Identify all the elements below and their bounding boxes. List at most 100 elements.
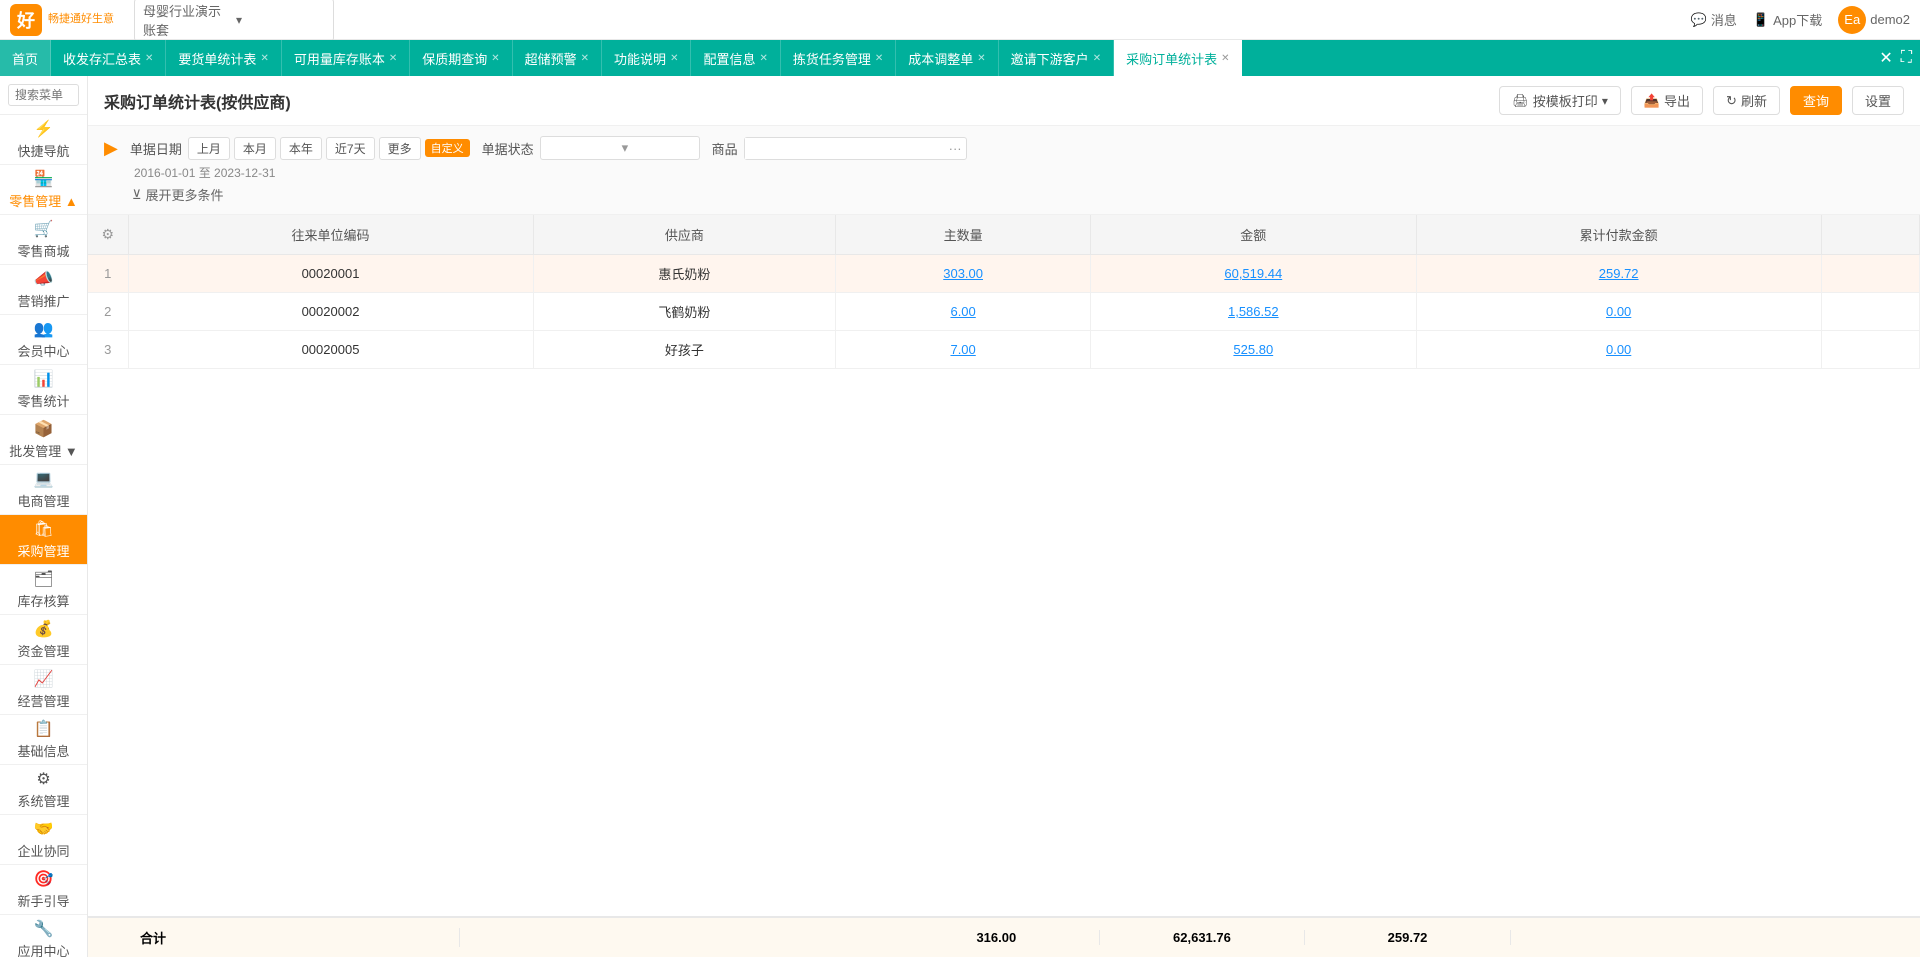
sidebar-item-ecom-mgmt[interactable]: 💻 电商管理 (0, 465, 87, 515)
filter-goods-item: 商品 ··· (712, 137, 967, 160)
sidebar-item-biz-mgmt[interactable]: 📈 经营管理 (0, 665, 87, 715)
wholesale-mgmt-label: 批发管理 ▼ (9, 441, 77, 460)
footer-qty: 316.00 (894, 930, 1100, 945)
tab-invite-downstream-close[interactable]: ✕ (1093, 53, 1101, 64)
sidebar-item-enterprise-collab[interactable]: 🤝 企业协同 (0, 815, 87, 865)
refresh-btn[interactable]: ↻ 刷新 (1713, 86, 1780, 115)
row-1-amount[interactable]: 60,519.44 (1090, 255, 1416, 293)
sidebar-item-marketing[interactable]: 📣 营销推广 (0, 265, 87, 315)
store-selector[interactable]: 母婴行业演示账套 (134, 0, 334, 42)
tab-cost-adjust-close[interactable]: ✕ (977, 53, 985, 64)
tab-function-desc[interactable]: 功能说明 ✕ (602, 40, 691, 76)
sidebar-item-sys-mgmt[interactable]: ⚙ 系统管理 (0, 765, 87, 815)
tab-warranty-close[interactable]: ✕ (491, 53, 499, 64)
status-select[interactable]: ▾ (540, 136, 700, 160)
sidebar-item-purchase-mgmt[interactable]: 🛍 采购管理 (0, 515, 87, 565)
tab-pick-task-close[interactable]: ✕ (875, 53, 883, 64)
print-btn[interactable]: 🖨 按模板打印 (1499, 86, 1621, 115)
row-1-num: 1 (88, 255, 128, 293)
settings-label: 设置 (1865, 91, 1891, 110)
tab-config-info[interactable]: 配置信息 ✕ (691, 40, 780, 76)
row-3-paid[interactable]: 0.00 (1416, 331, 1821, 369)
row-1-paid[interactable]: 259.72 (1416, 255, 1821, 293)
col-qty: 主数量 (836, 215, 1091, 255)
tab-goods-summary-close[interactable]: ✕ (260, 53, 268, 64)
row-1-qty[interactable]: 303.00 (836, 255, 1091, 293)
sidebar-item-wholesale-mgmt[interactable]: 📦 批发管理 ▼ (0, 415, 87, 465)
tab-overstock[interactable]: 超储预警 ✕ (513, 40, 602, 76)
maximize-btn[interactable]: ⛶ (1901, 49, 1912, 67)
sidebar-item-retail-shop[interactable]: 🛒 零售商城 (0, 215, 87, 265)
member-center-label: 会员中心 (17, 341, 69, 360)
user-area[interactable]: Ea demo2 (1838, 6, 1910, 34)
sidebar-item-quick-nav[interactable]: ⚡ 快捷导航 (0, 115, 87, 165)
sidebar-item-finance-mgmt[interactable]: 💰 资金管理 (0, 615, 87, 665)
tab-overstock-close[interactable]: ✕ (581, 53, 589, 64)
tab-collect-summary[interactable]: 收发存汇总表 ✕ (51, 40, 166, 76)
tab-goods-summary[interactable]: 要货单统计表 ✕ (166, 40, 281, 76)
content-area: 采购订单统计表(按供应商) 🖨 按模板打印 📤 导出 ↻ 刷新 查询 (88, 76, 1920, 957)
export-btn[interactable]: 📤 导出 (1631, 86, 1703, 115)
row-3-amount[interactable]: 525.80 (1090, 331, 1416, 369)
ecom-mgmt-icon: 💻 (34, 469, 54, 489)
row-3-supplier: 好孩子 (533, 331, 836, 369)
sidebar-item-retail-stats[interactable]: 📊 零售统计 (0, 365, 87, 415)
expand-more-btn[interactable]: ⊻ 展开更多条件 (132, 185, 1904, 204)
expand-label: 展开更多条件 (146, 185, 224, 204)
tab-available-stock[interactable]: 可用量库存账本 ✕ (282, 40, 410, 76)
sidebar-item-basic-info[interactable]: 📋 基础信息 (0, 715, 87, 765)
table-row: 1 00020001 惠氏奶粉 303.00 60,519.44 259.72 (88, 255, 1920, 293)
sidebar-item-member-center[interactable]: 👥 会员中心 (0, 315, 87, 365)
preset-this-month[interactable]: 本月 (234, 137, 276, 160)
download-icon: 📱 (1753, 12, 1769, 28)
tab-warranty[interactable]: 保质期查询 ✕ (410, 40, 512, 76)
tab-collect-summary-close[interactable]: ✕ (145, 53, 153, 64)
sidebar-item-inventory-check[interactable]: 🗂 库存核算 (0, 565, 87, 615)
goods-input-more-btn[interactable]: ··· (945, 141, 966, 156)
row-2-paid[interactable]: 0.00 (1416, 293, 1821, 331)
footer-paid: 259.72 (1305, 930, 1511, 945)
main-layout: ⚡ 快捷导航 🏪 零售管理 ▲ 🛒 零售商城 📣 营销推广 👥 会员中心 📊 零… (0, 76, 1920, 957)
preset-this-year[interactable]: 本年 (280, 137, 322, 160)
col-paid: 累计付款金额 (1416, 215, 1821, 255)
tab-function-desc-close[interactable]: ✕ (670, 53, 678, 64)
row-3-num: 3 (88, 331, 128, 369)
tab-config-info-close[interactable]: ✕ (759, 53, 767, 64)
row-2-extra (1821, 293, 1919, 331)
table-settings-icon[interactable]: ⚙ (101, 226, 114, 242)
ecom-mgmt-label: 电商管理 (17, 491, 69, 510)
preset-last-month[interactable]: 上月 (188, 137, 230, 160)
tab-pick-task-label: 拣货任务管理 (793, 49, 871, 68)
tab-cost-adjust[interactable]: 成本调整单 ✕ (896, 40, 998, 76)
sidebar-item-retail-mgmt[interactable]: 🏪 零售管理 ▲ (0, 165, 87, 215)
custom-date-badge[interactable]: 自定义 (425, 139, 470, 157)
close-all-tabs-btn[interactable]: ✕ (1879, 48, 1892, 68)
tab-purchase-summary-close[interactable]: ✕ (1221, 53, 1229, 64)
sidebar-item-app-center[interactable]: 🔧 应用中心 (0, 915, 87, 957)
basic-info-label: 基础信息 (17, 741, 69, 760)
tab-home[interactable]: 首页 (0, 40, 51, 76)
search-input[interactable] (8, 84, 79, 106)
header-actions: 🖨 按模板打印 📤 导出 ↻ 刷新 查询 设置 (1499, 86, 1904, 115)
sidebar-item-new-guide[interactable]: 🎯 新手引导 (0, 865, 87, 915)
tab-invite-downstream[interactable]: 邀请下游客户 ✕ (999, 40, 1114, 76)
query-btn[interactable]: 查询 (1790, 86, 1842, 115)
purchase-mgmt-label: 采购管理 (17, 541, 69, 560)
row-2-amount[interactable]: 1,586.52 (1090, 293, 1416, 331)
member-center-icon: 👥 (34, 319, 54, 339)
message-btn[interactable]: 💬 消息 (1691, 10, 1737, 29)
tab-pick-task[interactable]: 拣货任务管理 ✕ (781, 40, 896, 76)
row-3-qty[interactable]: 7.00 (836, 331, 1091, 369)
filter-collapse-btn[interactable]: ▶ (104, 138, 118, 159)
tab-available-stock-close[interactable]: ✕ (389, 53, 397, 64)
row-2-qty[interactable]: 6.00 (836, 293, 1091, 331)
settings-btn[interactable]: 设置 (1852, 86, 1904, 115)
goods-input[interactable] (745, 138, 945, 159)
app-download-btn[interactable]: 📱 App下载 (1753, 10, 1822, 29)
app-center-label: 应用中心 (17, 941, 69, 957)
tab-goods-summary-label: 要货单统计表 (178, 49, 256, 68)
row-3-extra (1821, 331, 1919, 369)
tab-purchase-summary[interactable]: 采购订单统计表 ✕ (1114, 40, 1242, 76)
preset-more[interactable]: 更多 (379, 137, 421, 160)
preset-7days[interactable]: 近7天 (326, 137, 375, 160)
